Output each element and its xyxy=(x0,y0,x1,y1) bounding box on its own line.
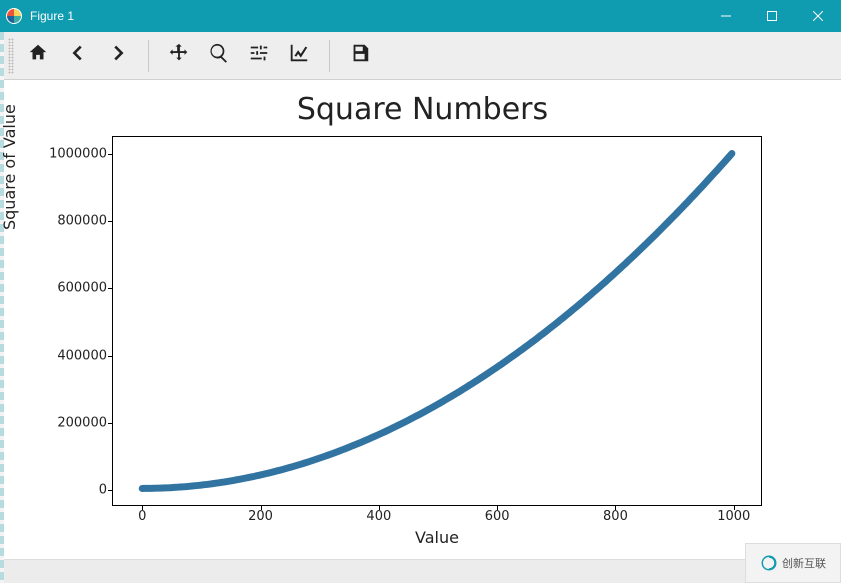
minimize-button[interactable] xyxy=(703,0,749,32)
back-button[interactable] xyxy=(58,36,98,76)
toolbar-divider xyxy=(148,40,149,72)
sliders-icon xyxy=(248,42,270,69)
toolbar xyxy=(4,32,841,80)
x-tick-label: 400 xyxy=(366,509,391,524)
x-tick-label: 200 xyxy=(248,509,273,524)
y-tick-mark xyxy=(108,423,113,424)
watermark-text: 创新互联 xyxy=(782,555,826,571)
statusbar xyxy=(4,559,841,583)
window-title: Figure 1 xyxy=(30,9,74,23)
save-button[interactable] xyxy=(340,36,380,76)
configure-subplots-button[interactable] xyxy=(239,36,279,76)
x-tick-mark xyxy=(261,505,262,510)
home-button[interactable] xyxy=(18,36,58,76)
x-tick-label: 600 xyxy=(485,509,510,524)
forward-button[interactable] xyxy=(98,36,138,76)
y-axis-label: Square of Value xyxy=(0,104,19,230)
pan-button[interactable] xyxy=(159,36,199,76)
x-tick-label: 1000 xyxy=(717,509,750,524)
edit-axis-button[interactable] xyxy=(279,36,319,76)
close-button[interactable] xyxy=(795,0,841,32)
y-tick-mark xyxy=(108,288,113,289)
arrow-left-icon xyxy=(67,42,89,69)
y-tick-mark xyxy=(108,154,113,155)
save-icon xyxy=(349,42,371,69)
y-tick-mark xyxy=(108,221,113,222)
app-icon xyxy=(6,8,22,24)
plot-line xyxy=(113,137,761,505)
watermark-logo-icon xyxy=(760,554,778,572)
chart-line-icon xyxy=(288,42,310,69)
x-axis-label: Value xyxy=(112,528,762,555)
x-tick-mark xyxy=(497,505,498,510)
y-tick-label: 200000 xyxy=(57,416,107,431)
series-line xyxy=(142,154,732,489)
y-tick-label: 400000 xyxy=(57,348,107,363)
arrow-right-icon xyxy=(107,42,129,69)
zoom-icon xyxy=(208,42,230,69)
x-tick-label: 0 xyxy=(138,509,146,524)
x-tick-label: 800 xyxy=(603,509,628,524)
home-icon xyxy=(27,42,49,69)
x-tick-mark xyxy=(615,505,616,510)
y-tick-label: 0 xyxy=(99,483,107,498)
axes-area: 0200000400000600000800000100000002004006… xyxy=(112,136,762,506)
toolbar-grip xyxy=(8,38,14,74)
toolbar-divider xyxy=(329,40,330,72)
y-tick-label: 600000 xyxy=(57,281,107,296)
move-icon xyxy=(168,42,190,69)
chart-title: Square Numbers xyxy=(4,92,841,127)
y-tick-label: 800000 xyxy=(57,213,107,228)
y-tick-mark xyxy=(108,356,113,357)
zoom-button[interactable] xyxy=(199,36,239,76)
maximize-button[interactable] xyxy=(749,0,795,32)
titlebar: Figure 1 xyxy=(0,0,841,32)
y-tick-label: 1000000 xyxy=(49,146,107,161)
x-tick-mark xyxy=(379,505,380,510)
x-tick-mark xyxy=(734,505,735,510)
figure-canvas[interactable]: Square Numbers Square of Value 020000040… xyxy=(4,80,841,559)
x-tick-mark xyxy=(142,505,143,510)
y-tick-mark xyxy=(108,490,113,491)
watermark: 创新互联 xyxy=(745,543,841,583)
